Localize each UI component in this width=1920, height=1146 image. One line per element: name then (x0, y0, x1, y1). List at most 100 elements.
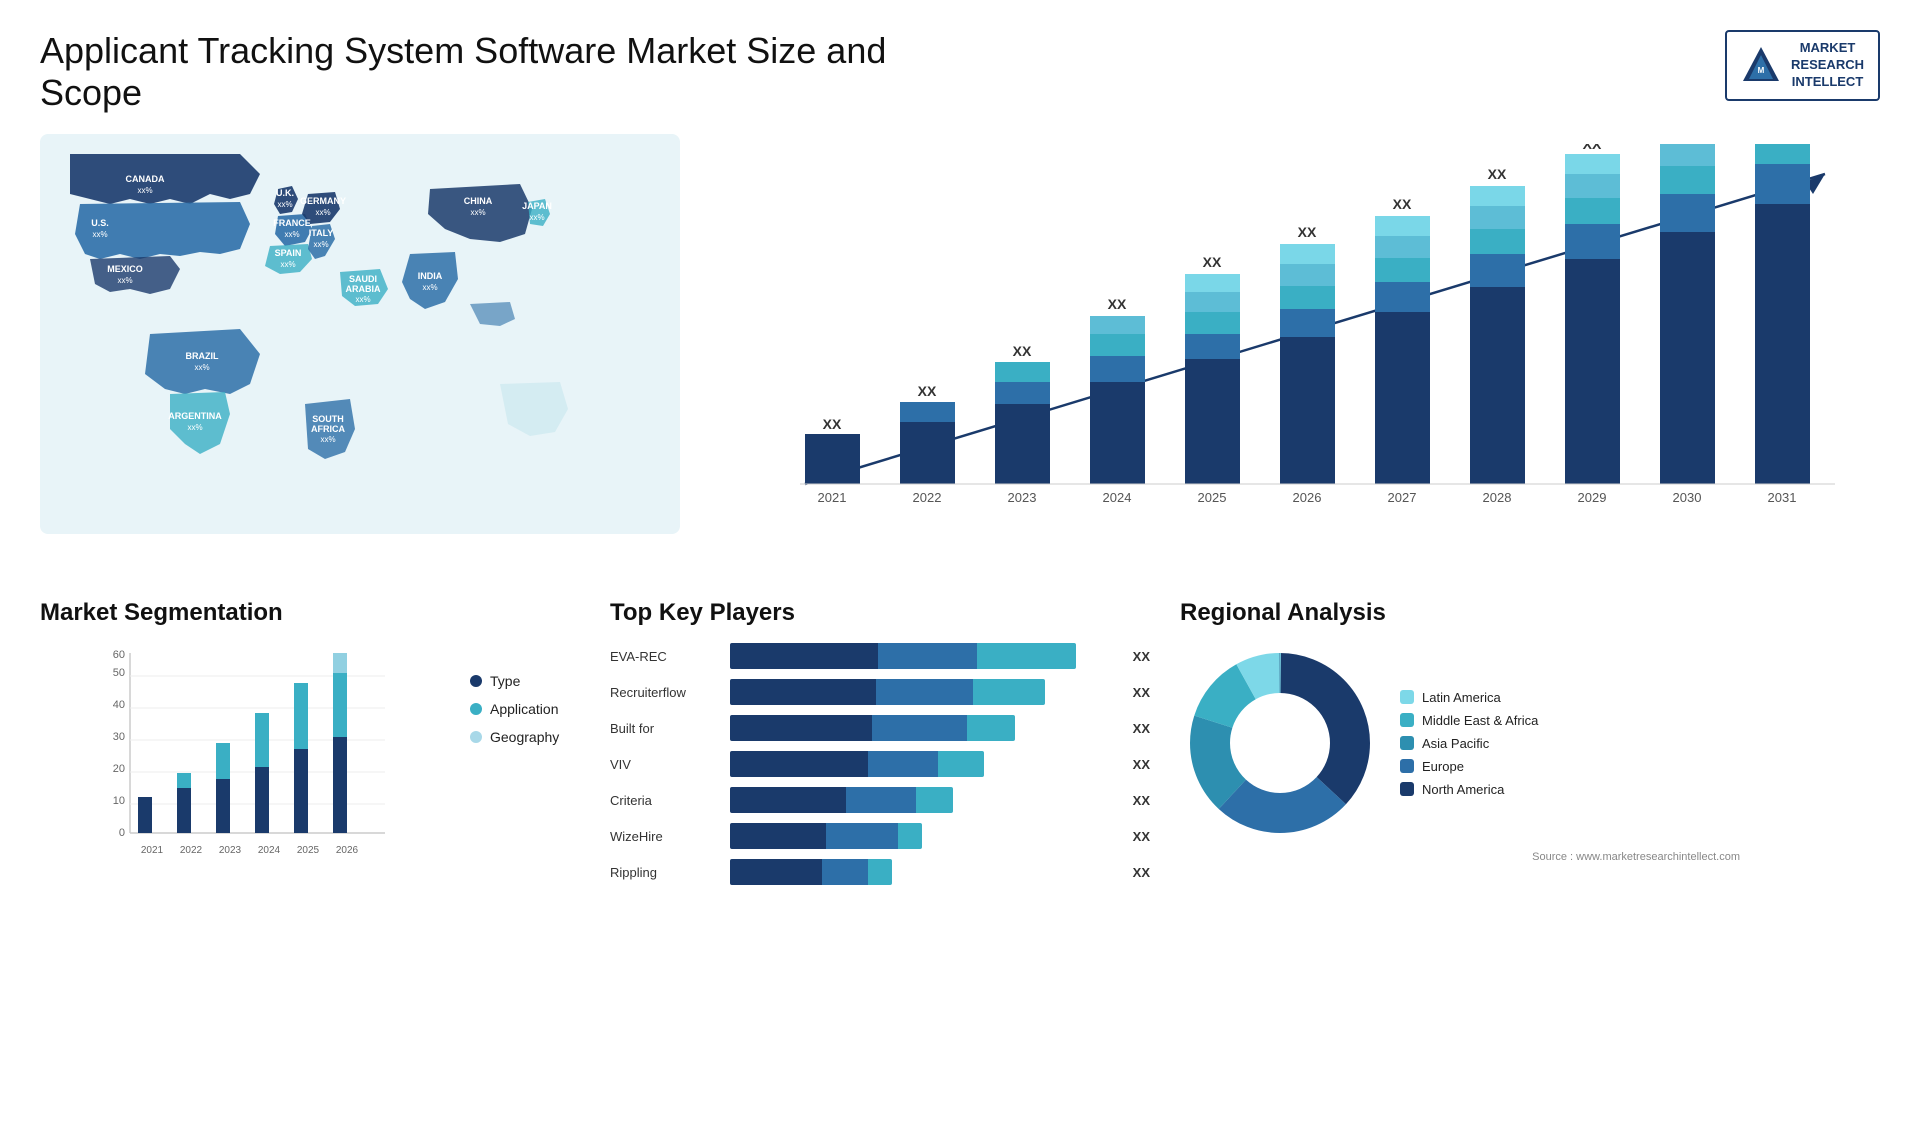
svg-text:0: 0 (119, 827, 125, 839)
svg-text:2031: 2031 (1768, 490, 1797, 505)
logo-icon: M (1741, 45, 1781, 85)
source-text: Source : www.marketresearchintellect.com (1180, 851, 1740, 863)
svg-text:xx%: xx% (355, 295, 370, 304)
page-header: Applicant Tracking System Software Marke… (40, 30, 1880, 114)
svg-text:2024: 2024 (258, 845, 281, 856)
regional-legend: Latin America Middle East & Africa Asia … (1400, 690, 1538, 797)
svg-text:2021: 2021 (818, 490, 847, 505)
svg-text:U.K.: U.K. (276, 188, 294, 198)
legend-north-america: North America (1400, 782, 1538, 797)
svg-text:xx%: xx% (320, 435, 335, 444)
svg-text:GERMANY: GERMANY (300, 196, 346, 206)
svg-text:xx%: xx% (315, 208, 330, 217)
svg-text:20: 20 (113, 763, 125, 775)
svg-text:2026: 2026 (336, 845, 359, 856)
world-map-section: CANADA xx% U.S. xx% MEXICO xx% BRAZIL xx… (40, 134, 680, 534)
svg-text:2022: 2022 (913, 490, 942, 505)
svg-text:2029: 2029 (1578, 490, 1607, 505)
svg-text:XX: XX (1298, 224, 1317, 240)
player-row: Recruiterflow XX (610, 679, 1150, 705)
legend-geography: Geography (470, 729, 580, 745)
svg-text:xx%: xx% (280, 260, 295, 269)
svg-text:xx%: xx% (117, 276, 132, 285)
svg-text:2028: 2028 (1483, 490, 1512, 505)
svg-text:MEXICO: MEXICO (107, 264, 143, 274)
svg-text:SPAIN: SPAIN (275, 248, 302, 258)
svg-text:10: 10 (113, 795, 125, 807)
logo: M MARKET RESEARCH INTELLECT (1725, 30, 1880, 101)
svg-text:2023: 2023 (1008, 490, 1037, 505)
svg-text:2024: 2024 (1103, 490, 1132, 505)
svg-text:xx%: xx% (529, 213, 544, 222)
svg-text:50: 50 (113, 667, 125, 679)
growth-bar-chart: XX XX XX XX XX (730, 144, 1860, 524)
svg-text:ITALY: ITALY (309, 228, 334, 238)
svg-text:2025: 2025 (297, 845, 320, 856)
svg-text:JAPAN: JAPAN (522, 201, 552, 211)
svg-text:xx%: xx% (470, 208, 485, 217)
segmentation-chart-svg: 0 10 20 30 40 50 60 2021 (40, 643, 450, 873)
legend-type: Type (470, 673, 580, 689)
svg-text:XX: XX (918, 383, 937, 399)
svg-text:xx%: xx% (313, 240, 328, 249)
svg-text:2021: 2021 (141, 845, 164, 856)
svg-text:40: 40 (113, 699, 125, 711)
svg-text:xx%: xx% (422, 283, 437, 292)
player-list: EVA-REC XX Recruiterflow (610, 643, 1150, 885)
svg-text:FRANCE: FRANCE (273, 218, 311, 228)
svg-text:xx%: xx% (187, 423, 202, 432)
segmentation-section: Market Segmentation 0 10 20 30 40 50 (40, 599, 580, 895)
svg-text:2022: 2022 (180, 845, 203, 856)
player-row: WizeHire XX (610, 823, 1150, 849)
svg-text:XX: XX (1013, 343, 1032, 359)
regional-section: Regional Analysis Lat (1180, 599, 1740, 895)
donut-wrapper: Latin America Middle East & Africa Asia … (1180, 643, 1740, 843)
player-row: Criteria XX (610, 787, 1150, 813)
svg-text:CHINA: CHINA (464, 196, 493, 206)
legend-latin-america: Latin America (1400, 690, 1538, 705)
svg-text:2026: 2026 (1293, 490, 1322, 505)
key-players-section: Top Key Players EVA-REC XX Recruiterflow (610, 599, 1150, 895)
legend-application: Application (470, 701, 580, 717)
svg-text:xx%: xx% (194, 363, 209, 372)
svg-text:30: 30 (113, 731, 125, 743)
svg-text:xx%: xx% (137, 186, 152, 195)
player-row: VIV XX (610, 751, 1150, 777)
svg-text:xx%: xx% (92, 230, 107, 239)
player-row: EVA-REC XX (610, 643, 1150, 669)
svg-text:2025: 2025 (1198, 490, 1227, 505)
legend-middle-east-africa: Middle East & Africa (1400, 713, 1538, 728)
svg-text:XX: XX (1583, 144, 1602, 152)
segmentation-title: Market Segmentation (40, 599, 580, 627)
svg-text:INDIA: INDIA (418, 271, 443, 281)
svg-text:2023: 2023 (219, 845, 242, 856)
bar-chart-section: XX XX XX XX XX (710, 134, 1880, 569)
svg-text:ARGENTINA: ARGENTINA (168, 411, 222, 421)
regional-title: Regional Analysis (1180, 599, 1740, 627)
svg-text:CANADA: CANADA (126, 174, 165, 184)
svg-text:XX: XX (823, 416, 842, 432)
donut-chart (1180, 643, 1380, 843)
legend-asia-pacific: Asia Pacific (1400, 736, 1538, 751)
svg-text:XX: XX (1108, 296, 1127, 312)
logo-text: MARKET RESEARCH INTELLECT (1791, 40, 1864, 91)
svg-text:M: M (1758, 66, 1765, 75)
svg-text:SAUDI: SAUDI (349, 274, 377, 284)
svg-text:AFRICA: AFRICA (311, 424, 345, 434)
player-row: Rippling XX (610, 859, 1150, 885)
svg-text:2030: 2030 (1673, 490, 1702, 505)
key-players-title: Top Key Players (610, 599, 1150, 627)
svg-text:XX: XX (1393, 196, 1412, 212)
svg-text:xx%: xx% (277, 200, 292, 209)
svg-text:BRAZIL: BRAZIL (186, 351, 219, 361)
svg-text:SOUTH: SOUTH (312, 414, 344, 424)
page-title: Applicant Tracking System Software Marke… (40, 30, 940, 114)
player-row: Built for XX (610, 715, 1150, 741)
svg-text:U.S.: U.S. (91, 218, 109, 228)
svg-text:xx%: xx% (284, 230, 299, 239)
svg-text:ARABIA: ARABIA (346, 284, 381, 294)
svg-text:2027: 2027 (1388, 490, 1417, 505)
bottom-sections: Market Segmentation 0 10 20 30 40 50 (40, 599, 1880, 895)
svg-text:XX: XX (1203, 254, 1222, 270)
legend-europe: Europe (1400, 759, 1538, 774)
